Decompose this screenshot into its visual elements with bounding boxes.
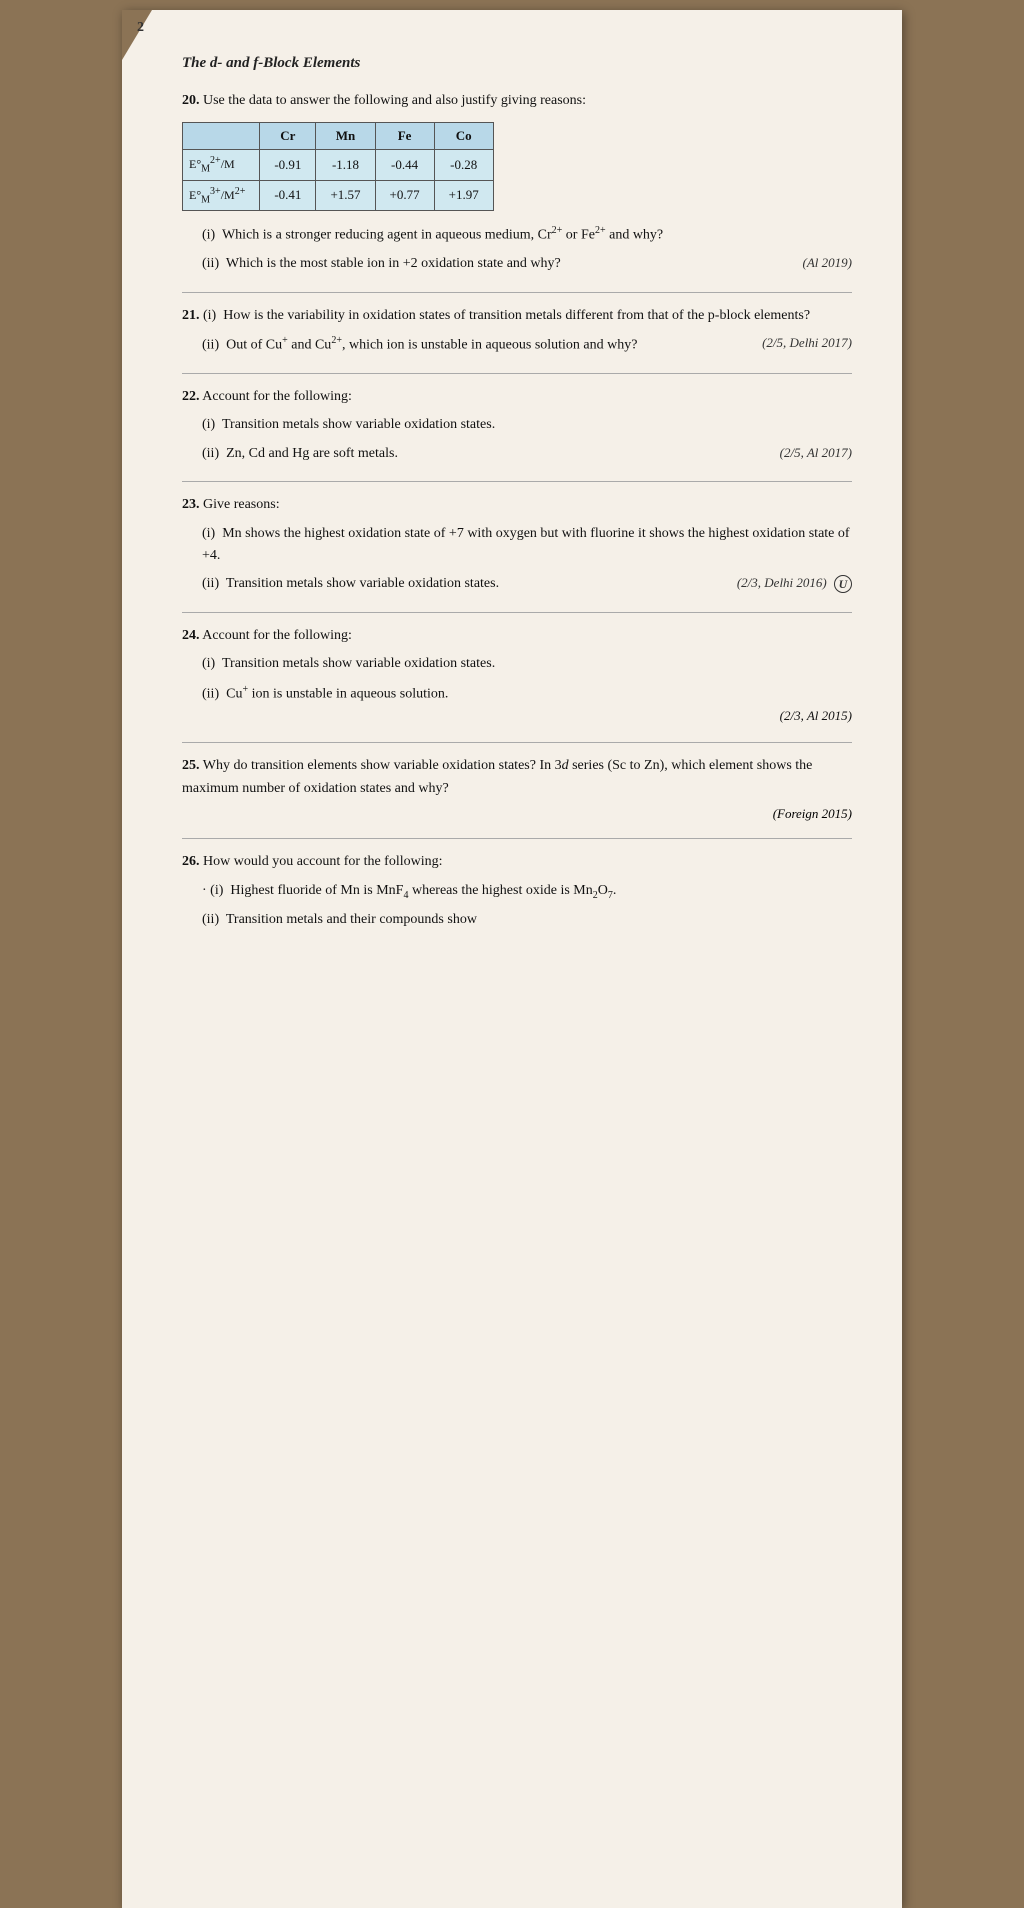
q23-part-ii-text: (ii) Transition metals show variable oxi… — [202, 573, 852, 595]
table-cell-mn-1: -1.18 — [316, 150, 375, 180]
table-cell-label-2: E°M3+/M2+ — [183, 180, 260, 210]
q24-part-ii-text: (ii) Cu+ ion is unstable in aqueous solu… — [202, 682, 852, 706]
question-25: 25. Why do transition elements show vari… — [182, 755, 852, 822]
table-row: E°M2+/M -0.91 -1.18 -0.44 -0.28 — [183, 150, 494, 180]
table-header-empty — [183, 123, 260, 150]
question-20-text: 20. Use the data to answer the following… — [182, 90, 852, 112]
q22-part-i-text: (i) Transition metals show variable oxid… — [202, 414, 852, 436]
q21-ref: (2/5, Delhi 2017) — [762, 333, 852, 354]
q23-part-ii: (ii) Transition metals show variable oxi… — [202, 573, 852, 595]
table-header-fe: Fe — [375, 123, 434, 150]
divider-5 — [182, 742, 852, 743]
question-23: 23. Give reasons: (i) Mn shows the highe… — [182, 494, 852, 596]
book-page: 2 The d- and f-Block Elements 20. Use th… — [122, 10, 902, 1908]
q22-part-ii-text: (ii) Zn, Cd and Hg are soft metals. (2/5… — [202, 443, 852, 465]
q20-part-i: (i) Which is a stronger reducing agent i… — [202, 223, 852, 247]
table-cell-mn-2: +1.57 — [316, 180, 375, 210]
question-26: 26. How would you account for the follow… — [182, 851, 852, 932]
q22-ref: (2/5, Al 2017) — [780, 443, 852, 464]
q26-part-ii-text: (ii) Transition metals and their compoun… — [202, 909, 852, 931]
chapter-title: The d- and f-Block Elements — [182, 55, 852, 72]
divider-2 — [182, 373, 852, 374]
q22-part-ii: (ii) Zn, Cd and Hg are soft metals. (2/5… — [202, 443, 852, 465]
table-cell-co-2: +1.97 — [434, 180, 493, 210]
question-25-text: 25. Why do transition elements show vari… — [182, 755, 852, 800]
q21-intro: 21. (i) How is the variability in oxidat… — [182, 305, 852, 327]
q21-number: 21. (i) How is the variability in oxidat… — [182, 305, 852, 327]
q26-part-i-text: · (i) Highest fluoride of Mn is MnF4 whe… — [202, 880, 852, 904]
q26-part-ii: (ii) Transition metals and their compoun… — [202, 909, 852, 931]
divider-3 — [182, 481, 852, 482]
q23-part-i-text: (i) Mn shows the highest oxidation state… — [202, 523, 852, 568]
question-20-number: 20. — [182, 93, 200, 108]
question-24: 24. Account for the following: (i) Trans… — [182, 625, 852, 727]
q20-part-i-text: (i) Which is a stronger reducing agent i… — [202, 223, 852, 247]
question-20: 20. Use the data to answer the following… — [182, 90, 852, 276]
data-table-q20: Cr Mn Fe Co E°M2+/M -0.91 -1.18 -0.44 -0… — [182, 122, 494, 211]
table-cell-fe-2: +0.77 — [375, 180, 434, 210]
table-cell-co-1: -0.28 — [434, 150, 493, 180]
page-number: 2 — [137, 20, 144, 36]
q22-part-i: (i) Transition metals show variable oxid… — [202, 414, 852, 436]
q24-ref: (2/3, Al 2015) — [202, 706, 852, 727]
question-24-intro: 24. Account for the following: — [182, 625, 852, 647]
q23-ref: (2/3, Delhi 2016) U — [737, 573, 852, 594]
q24-part-i-text: (i) Transition metals show variable oxid… — [202, 653, 852, 675]
table-cell-label-1: E°M2+/M — [183, 150, 260, 180]
u-badge: U — [834, 575, 852, 593]
q24-part-ii: (ii) Cu+ ion is unstable in aqueous solu… — [202, 682, 852, 727]
table-row: E°M3+/M2+ -0.41 +1.57 +0.77 +1.97 — [183, 180, 494, 210]
question-26-intro: 26. How would you account for the follow… — [182, 851, 852, 873]
q20-part-ii: (ii) Which is the most stable ion in +2 … — [202, 253, 852, 275]
q21-part-ii: (ii) Out of Cu+ and Cu2+, which ion is u… — [202, 333, 852, 357]
table-header-mn: Mn — [316, 123, 375, 150]
divider-1 — [182, 292, 852, 293]
question-21: 21. (i) How is the variability in oxidat… — [182, 305, 852, 357]
question-23-intro: 23. Give reasons: — [182, 494, 852, 516]
divider-6 — [182, 838, 852, 839]
divider-4 — [182, 612, 852, 613]
q24-part-i: (i) Transition metals show variable oxid… — [202, 653, 852, 675]
q20-ref: (Al 2019) — [803, 253, 852, 274]
table-cell-cr-1: -0.91 — [260, 150, 316, 180]
q23-part-i: (i) Mn shows the highest oxidation state… — [202, 523, 852, 568]
question-22-intro: 22. Account for the following: — [182, 386, 852, 408]
table-cell-cr-2: -0.41 — [260, 180, 316, 210]
q26-part-i: · (i) Highest fluoride of Mn is MnF4 whe… — [202, 880, 852, 904]
q20-part-ii-text: (ii) Which is the most stable ion in +2 … — [202, 253, 852, 275]
table-header-co: Co — [434, 123, 493, 150]
q25-ref: (Foreign 2015) — [182, 806, 852, 822]
q21-part-ii-text: (ii) Out of Cu+ and Cu2+, which ion is u… — [202, 333, 852, 357]
question-22: 22. Account for the following: (i) Trans… — [182, 386, 852, 465]
table-header-cr: Cr — [260, 123, 316, 150]
table-cell-fe-1: -0.44 — [375, 150, 434, 180]
